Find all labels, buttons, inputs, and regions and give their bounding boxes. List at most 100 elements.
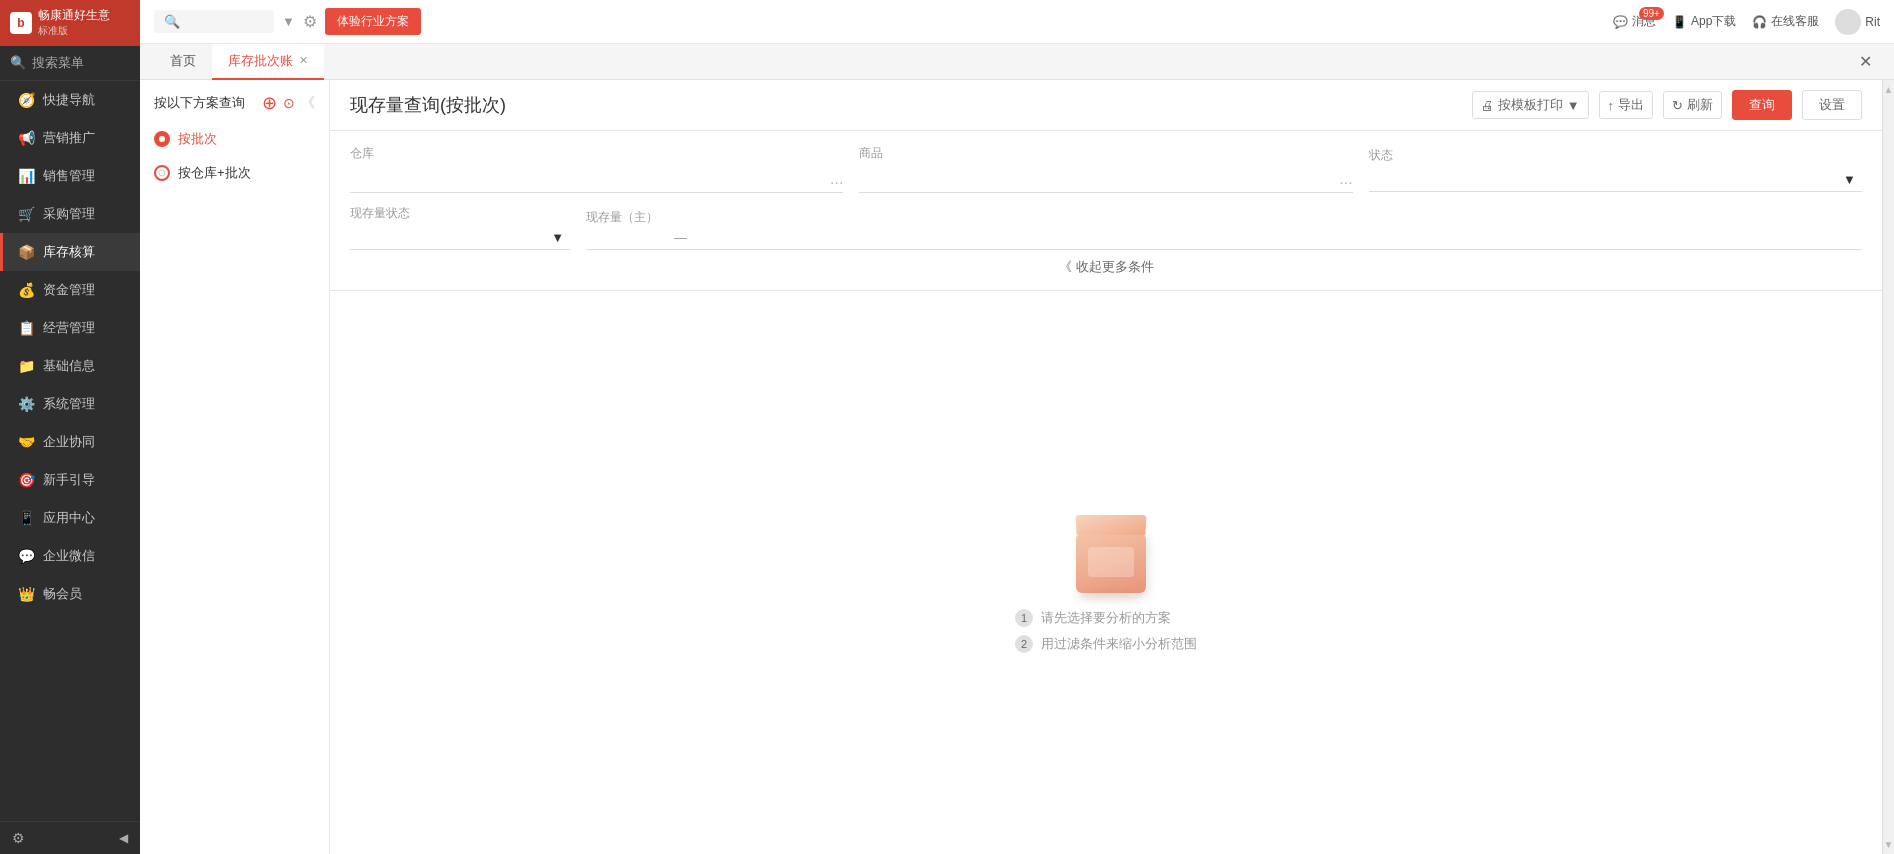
sidebar-item-label: 企业协同 <box>43 433 95 451</box>
print-dropdown-icon[interactable]: ▼ <box>1567 98 1580 113</box>
sidebar-item-sales[interactable]: 📊 销售管理 <box>0 157 140 195</box>
stock-qty-min-input[interactable] <box>586 230 666 245</box>
stock-status-dropdown-icon: ▼ <box>551 230 564 245</box>
page-title: 现存量查询(按批次) <box>350 93 506 117</box>
sidebar-item-label: 企业微信 <box>43 547 95 565</box>
printer-icon: 🖨 <box>1481 98 1494 113</box>
app-logo: b <box>10 12 32 34</box>
stock-qty-label: 现存量（主） <box>586 209 1862 226</box>
sidebar-item-newbie[interactable]: 🎯 新手引导 <box>0 461 140 499</box>
sidebar-item-enterprise-wx[interactable]: 💬 企业微信 <box>0 537 140 575</box>
tab-home-label: 首页 <box>170 52 196 70</box>
user-profile[interactable]: Rit <box>1835 9 1880 35</box>
stock-qty-field: 现存量（主） — <box>586 209 1862 250</box>
filter-panel-actions: ⊕ ⊙ 《 <box>262 92 315 114</box>
scroll-up-button[interactable]: ▲ <box>1884 84 1894 95</box>
marketing-icon: 📢 <box>17 129 35 147</box>
sidebar-item-label: 新手引导 <box>43 471 95 489</box>
tabbar: 首页 库存批次账 ✕ ✕ <box>140 44 1894 80</box>
status-dropdown[interactable]: ▼ <box>1369 168 1862 192</box>
app-download-label: App下载 <box>1691 13 1736 30</box>
sidebar-header: b 畅康通好生意 标准版 <box>0 0 140 46</box>
sidebar-item-app-center[interactable]: 📱 应用中心 <box>0 499 140 537</box>
headset-icon: 🎧 <box>1752 15 1767 29</box>
filter-scheme-icon <box>154 165 170 181</box>
sidebar-item-marketing[interactable]: 📢 营销推广 <box>0 119 140 157</box>
tip-text-1: 请先选择要分析的方案 <box>1041 609 1171 627</box>
print-button[interactable]: 🖨 按模板打印 ▼ <box>1472 91 1589 119</box>
filter-scheme-by-batch[interactable]: 按批次 <box>140 122 329 156</box>
sidebar-item-label: 系统管理 <box>43 395 95 413</box>
main-area: 🔍 ▼ ⚙ 体验行业方案 💬 消息 99+ 📱 App下载 🎧 在线客服 Rit <box>140 0 1894 854</box>
sidebar-item-inventory[interactable]: 📦 库存核算 <box>0 233 140 271</box>
settings-icon[interactable]: ⚙ <box>12 830 25 846</box>
scroll-down-button[interactable]: ▼ <box>1884 839 1894 850</box>
tab-batch-account[interactable]: 库存批次账 ✕ <box>212 44 324 80</box>
sidebar-item-finance[interactable]: 💰 资金管理 <box>0 271 140 309</box>
collapse-more-button[interactable]: 《 收起更多条件 <box>350 258 1862 276</box>
sidebar-item-label: 应用中心 <box>43 509 95 527</box>
member-icon: 👑 <box>17 585 35 603</box>
stock-status-dropdown[interactable]: ▼ <box>350 226 570 250</box>
filter-panel: 按以下方案查询 ⊕ ⊙ 《 按批次 按仓库+批次 <box>140 80 330 854</box>
sidebar-collapse-icon[interactable]: ◀ <box>119 831 128 845</box>
export-icon: ↑ <box>1608 98 1615 113</box>
topbar-dropdown-icon[interactable]: ▼ <box>282 14 295 29</box>
filter-scheme-by-batch-label: 按批次 <box>178 130 217 148</box>
tip-num-1: 1 <box>1015 609 1033 627</box>
export-button[interactable]: ↑ 导出 <box>1599 91 1654 119</box>
enterprise-icon: 🤝 <box>17 433 35 451</box>
sidebar-item-label: 营销推广 <box>43 129 95 147</box>
filter-scheme-active-icon <box>154 131 170 147</box>
query-button[interactable]: 查询 <box>1732 90 1792 120</box>
search-menu[interactable]: 🔍 搜索菜单 <box>0 46 140 81</box>
topbar-right: 💬 消息 99+ 📱 App下载 🎧 在线客服 Rit <box>1613 9 1880 35</box>
filter-panel-title: 按以下方案查询 ⊕ ⊙ 《 <box>140 92 329 122</box>
sidebar-item-system[interactable]: ⚙️ 系统管理 <box>0 385 140 423</box>
sidebar-item-label: 经营管理 <box>43 319 95 337</box>
message-button[interactable]: 💬 消息 99+ <box>1613 13 1656 30</box>
sidebar-item-label: 库存核算 <box>43 243 95 261</box>
system-icon: ⚙️ <box>17 395 35 413</box>
refresh-button[interactable]: ↻ 刷新 <box>1663 91 1722 119</box>
tab-home[interactable]: 首页 <box>154 44 212 80</box>
tab-close-icon[interactable]: ✕ <box>299 54 308 67</box>
page-container: 按以下方案查询 ⊕ ⊙ 《 按批次 按仓库+批次 <box>140 80 1894 854</box>
goods-more-icon[interactable]: ... <box>1339 170 1352 188</box>
tab-close-all-button[interactable]: ✕ <box>1851 52 1880 71</box>
enterprise-wx-icon: 💬 <box>17 547 35 565</box>
industry-solution-button[interactable]: 体验行业方案 <box>325 8 421 35</box>
filter-scheme-by-warehouse-batch[interactable]: 按仓库+批次 <box>140 156 329 190</box>
warehouse-input-area[interactable]: ... <box>350 166 843 193</box>
warehouse-more-icon[interactable]: ... <box>830 170 843 188</box>
stock-qty-dash: — <box>674 230 687 245</box>
sidebar-item-purchase[interactable]: 🛒 采购管理 <box>0 195 140 233</box>
sidebar-item-quick-nav[interactable]: 🧭 快捷导航 <box>0 81 140 119</box>
user-name: Rit <box>1865 15 1880 29</box>
goods-input-area[interactable]: ... <box>859 166 1352 193</box>
sales-icon: 📊 <box>17 167 35 185</box>
sidebar-item-member[interactable]: 👑 畅会员 <box>0 575 140 613</box>
filter-section: 仓库 ... 商品 ... <box>330 131 1882 291</box>
sidebar-item-operations[interactable]: 📋 经营管理 <box>0 309 140 347</box>
sidebar-item-label: 畅会员 <box>43 585 82 603</box>
add-scheme-button[interactable]: ⊕ <box>262 92 277 114</box>
warehouse-label: 仓库 <box>350 145 843 162</box>
online-service-button[interactable]: 🎧 在线客服 <box>1752 13 1819 30</box>
stock-qty-max-input[interactable] <box>695 230 775 245</box>
finance-icon: 💰 <box>17 281 35 299</box>
settings-button[interactable]: 设置 <box>1802 90 1862 120</box>
topbar-settings-icon[interactable]: ⚙ <box>303 12 317 31</box>
configure-scheme-icon[interactable]: ⊙ <box>283 95 295 111</box>
refresh-icon: ↻ <box>1672 98 1683 113</box>
sidebar-item-enterprise[interactable]: 🤝 企业协同 <box>0 423 140 461</box>
topbar-search[interactable]: 🔍 <box>154 10 274 33</box>
collapse-up-icon: 《 <box>1059 258 1072 276</box>
basics-icon: 📁 <box>17 357 35 375</box>
collapse-panel-icon[interactable]: 《 <box>301 94 315 112</box>
stock-status-label: 现存量状态 <box>350 205 570 222</box>
sidebar-item-basics[interactable]: 📁 基础信息 <box>0 347 140 385</box>
app-download-button[interactable]: 📱 App下载 <box>1672 13 1736 30</box>
app-center-icon: 📱 <box>17 509 35 527</box>
sidebar-item-label: 快捷导航 <box>43 91 95 109</box>
